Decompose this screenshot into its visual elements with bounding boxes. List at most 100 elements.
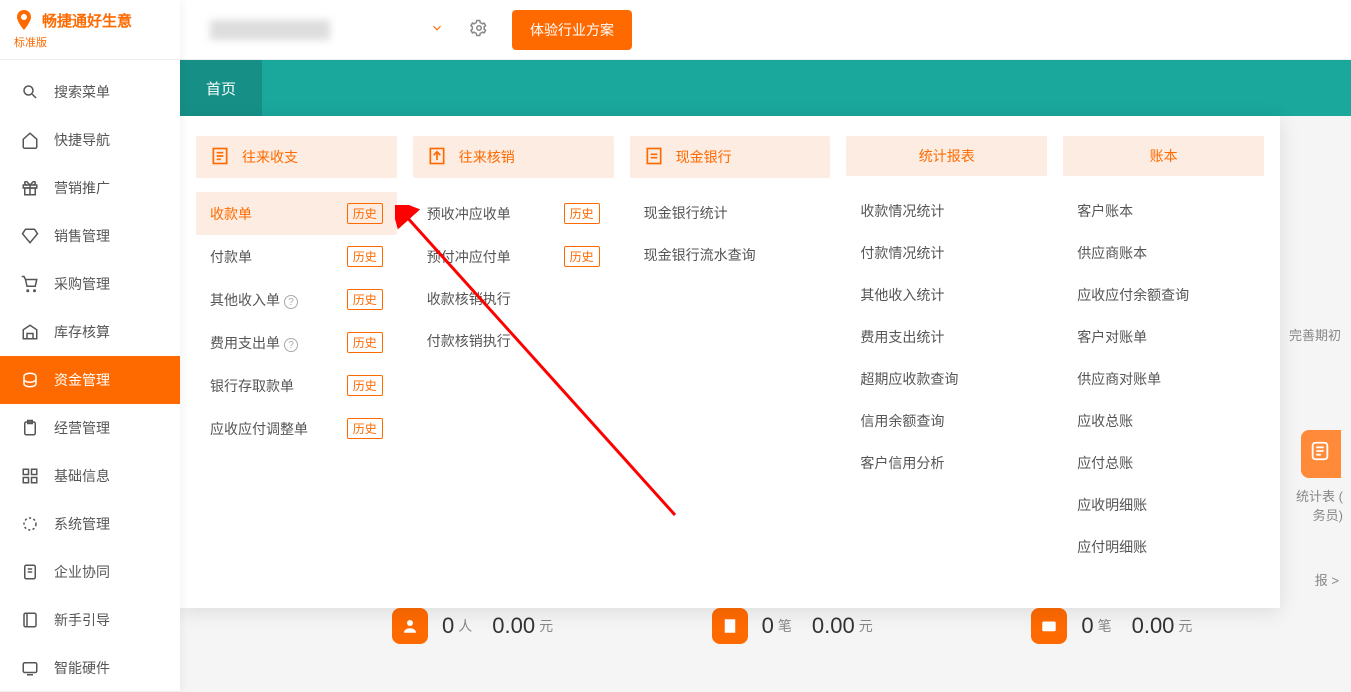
help-icon[interactable]: ?	[284, 295, 298, 309]
mega-link-cashbank-journal[interactable]: 现金银行流水查询	[630, 234, 831, 276]
mega-link-label: 收款单	[210, 204, 252, 224]
mega-link-payment-writeoff[interactable]: 付款核销执行	[413, 320, 614, 362]
mega-link-label: 其他收入单?	[210, 290, 298, 310]
mega-link-receipt-writeoff[interactable]: 收款核销执行	[413, 278, 614, 320]
mega-link-bank-transfer[interactable]: 银行存取款单 历史	[196, 364, 397, 407]
stat-currency: 元	[539, 616, 553, 636]
history-badge[interactable]: 历史	[564, 246, 600, 267]
mega-link-ar-general[interactable]: 应收总账	[1063, 400, 1264, 442]
person-stat-icon	[392, 608, 428, 644]
sidebar-item-label: 新手引导	[54, 610, 110, 630]
report-icon	[1309, 440, 1333, 464]
mega-link-label: 超期应收款查询	[860, 369, 958, 389]
mega-link-ap-general[interactable]: 应付总账	[1063, 442, 1264, 484]
sidebar-item-management[interactable]: 经营管理	[0, 404, 180, 452]
mega-link-label: 应收总账	[1077, 411, 1133, 431]
mega-link-arap-balance[interactable]: 应收应付余额查询	[1063, 274, 1264, 316]
mega-link-prepaid-ar[interactable]: 预收冲应收单 历史	[413, 192, 614, 235]
mega-link-supplier-ledger[interactable]: 供应商账本	[1063, 232, 1264, 274]
sidebar-item-quicknav[interactable]: 快捷导航	[0, 116, 180, 164]
history-badge[interactable]: 历史	[347, 203, 383, 224]
industry-plan-button[interactable]: 体验行业方案	[512, 10, 632, 50]
mega-link-overdue-ar[interactable]: 超期应收款查询	[846, 358, 1047, 400]
finance-mega-menu: 往来收支 收款单历史 付款单历史 其他收入单?历史 费用支出单?历史 银行存取款…	[180, 116, 1280, 608]
wallet-stat-icon	[1031, 608, 1067, 644]
mega-header-label: 账本	[1150, 146, 1178, 166]
warehouse-icon	[20, 322, 40, 342]
mega-link-receipt-order[interactable]: 收款单 历史	[196, 192, 397, 235]
mega-link-ap-detail[interactable]: 应付明细账	[1063, 526, 1264, 568]
mega-link-cashbank-stats[interactable]: 现金银行统计	[630, 192, 831, 234]
help-icon[interactable]: ?	[284, 338, 298, 352]
mega-link-ar-detail[interactable]: 应收明细账	[1063, 484, 1264, 526]
chevron-down-icon	[430, 21, 444, 38]
sidebar-item-search[interactable]: 搜索菜单	[0, 68, 180, 116]
mega-link-customer-statement[interactable]: 客户对账单	[1063, 316, 1264, 358]
mega-link-other-income[interactable]: 其他收入单? 历史	[196, 278, 397, 321]
mega-link-label: 付款情况统计	[860, 243, 944, 263]
grid-icon	[20, 466, 40, 486]
mega-link-payment-stats[interactable]: 付款情况统计	[846, 232, 1047, 274]
mega-header-label: 统计报表	[919, 146, 975, 166]
peek-text: 统计表 ( 务员)	[1296, 486, 1343, 524]
mega-link-expense[interactable]: 费用支出单?历史	[196, 321, 397, 364]
mega-link-label: 付款核销执行	[427, 331, 511, 351]
mega-col-writeoff: 往来核销 预收冲应收单历史 预付冲应付单历史 收款核销执行 付款核销执行	[405, 136, 622, 568]
mega-link-label: 应收明细账	[1077, 495, 1147, 515]
history-badge[interactable]: 历史	[347, 418, 383, 439]
stat-unit: 笔	[778, 616, 792, 636]
mega-link-arap-adjust[interactable]: 应收应付调整单历史	[196, 407, 397, 450]
company-name-blurred	[210, 20, 330, 40]
sidebar-item-collab[interactable]: 企业协同	[0, 548, 180, 596]
floating-report-widget[interactable]	[1301, 430, 1341, 478]
history-badge[interactable]: 历史	[347, 289, 383, 310]
sidebar-item-label: 采购管理	[54, 274, 110, 294]
mega-link-label: 现金银行统计	[644, 203, 728, 223]
mega-link-credit-analysis[interactable]: 客户信用分析	[846, 442, 1047, 484]
mega-link-credit-balance[interactable]: 信用余额查询	[846, 400, 1047, 442]
sidebar-item-inventory[interactable]: 库存核算	[0, 308, 180, 356]
app-name: 畅捷通好生意	[42, 10, 132, 31]
mega-link-payment-order[interactable]: 付款单 历史	[196, 235, 397, 278]
mega-link-label: 应付明细账	[1077, 537, 1147, 557]
sidebar-item-label: 企业协同	[54, 562, 110, 582]
mega-link-label: 客户账本	[1077, 201, 1133, 221]
mega-link-prepaid-ap[interactable]: 预付冲应付单历史	[413, 235, 614, 278]
stat-unit: 人	[458, 616, 472, 636]
settings-icon[interactable]	[470, 19, 488, 40]
mega-col-ledgers: 账本 客户账本 供应商账本 应收应付余额查询 客户对账单 供应商对账单 应收总账…	[1055, 136, 1272, 568]
tab-home[interactable]: 首页	[180, 60, 262, 116]
mega-link-label: 应付总账	[1077, 453, 1133, 473]
note-icon	[20, 562, 40, 582]
history-badge[interactable]: 历史	[347, 246, 383, 267]
tab-bar: 首页	[180, 60, 1351, 116]
sidebar-item-purchase[interactable]: 采购管理	[0, 260, 180, 308]
hint-complete-initial[interactable]: 完善期初	[1289, 324, 1341, 347]
mega-link-expense-stats[interactable]: 费用支出统计	[846, 316, 1047, 358]
history-badge[interactable]: 历史	[564, 203, 600, 224]
sidebar-item-basedata[interactable]: 基础信息	[0, 452, 180, 500]
history-badge[interactable]: 历史	[347, 332, 383, 353]
tv-icon	[20, 658, 40, 678]
mega-link-customer-ledger[interactable]: 客户账本	[1063, 190, 1264, 232]
history-badge[interactable]: 历史	[347, 375, 383, 396]
sidebar-item-guide[interactable]: 新手引导	[0, 596, 180, 644]
mega-link-label: 付款单	[210, 247, 252, 267]
sidebar-item-system[interactable]: 系统管理	[0, 500, 180, 548]
mega-link-receipt-stats[interactable]: 收款情况统计	[846, 190, 1047, 232]
clipboard-icon	[20, 418, 40, 438]
company-selector[interactable]	[200, 14, 454, 46]
mega-col-receivable-payable: 往来收支 收款单历史 付款单历史 其他收入单?历史 费用支出单?历史 银行存取款…	[188, 136, 405, 568]
mega-link-label: 银行存取款单	[210, 376, 294, 396]
stat-count: 0	[442, 613, 454, 639]
book-icon	[20, 610, 40, 630]
mega-link-otherincome-stats[interactable]: 其他收入统计	[846, 274, 1047, 316]
mega-link-supplier-statement[interactable]: 供应商对账单	[1063, 358, 1264, 400]
hint-more[interactable]: 报 >	[1315, 570, 1339, 589]
sidebar-item-hardware[interactable]: 智能硬件	[0, 644, 180, 692]
mega-link-label: 预收冲应收单	[427, 204, 511, 224]
stat-currency: 元	[859, 616, 873, 636]
sidebar-item-sales[interactable]: 销售管理	[0, 212, 180, 260]
sidebar-item-marketing[interactable]: 营销推广	[0, 164, 180, 212]
sidebar-item-finance[interactable]: 资金管理	[0, 356, 180, 404]
